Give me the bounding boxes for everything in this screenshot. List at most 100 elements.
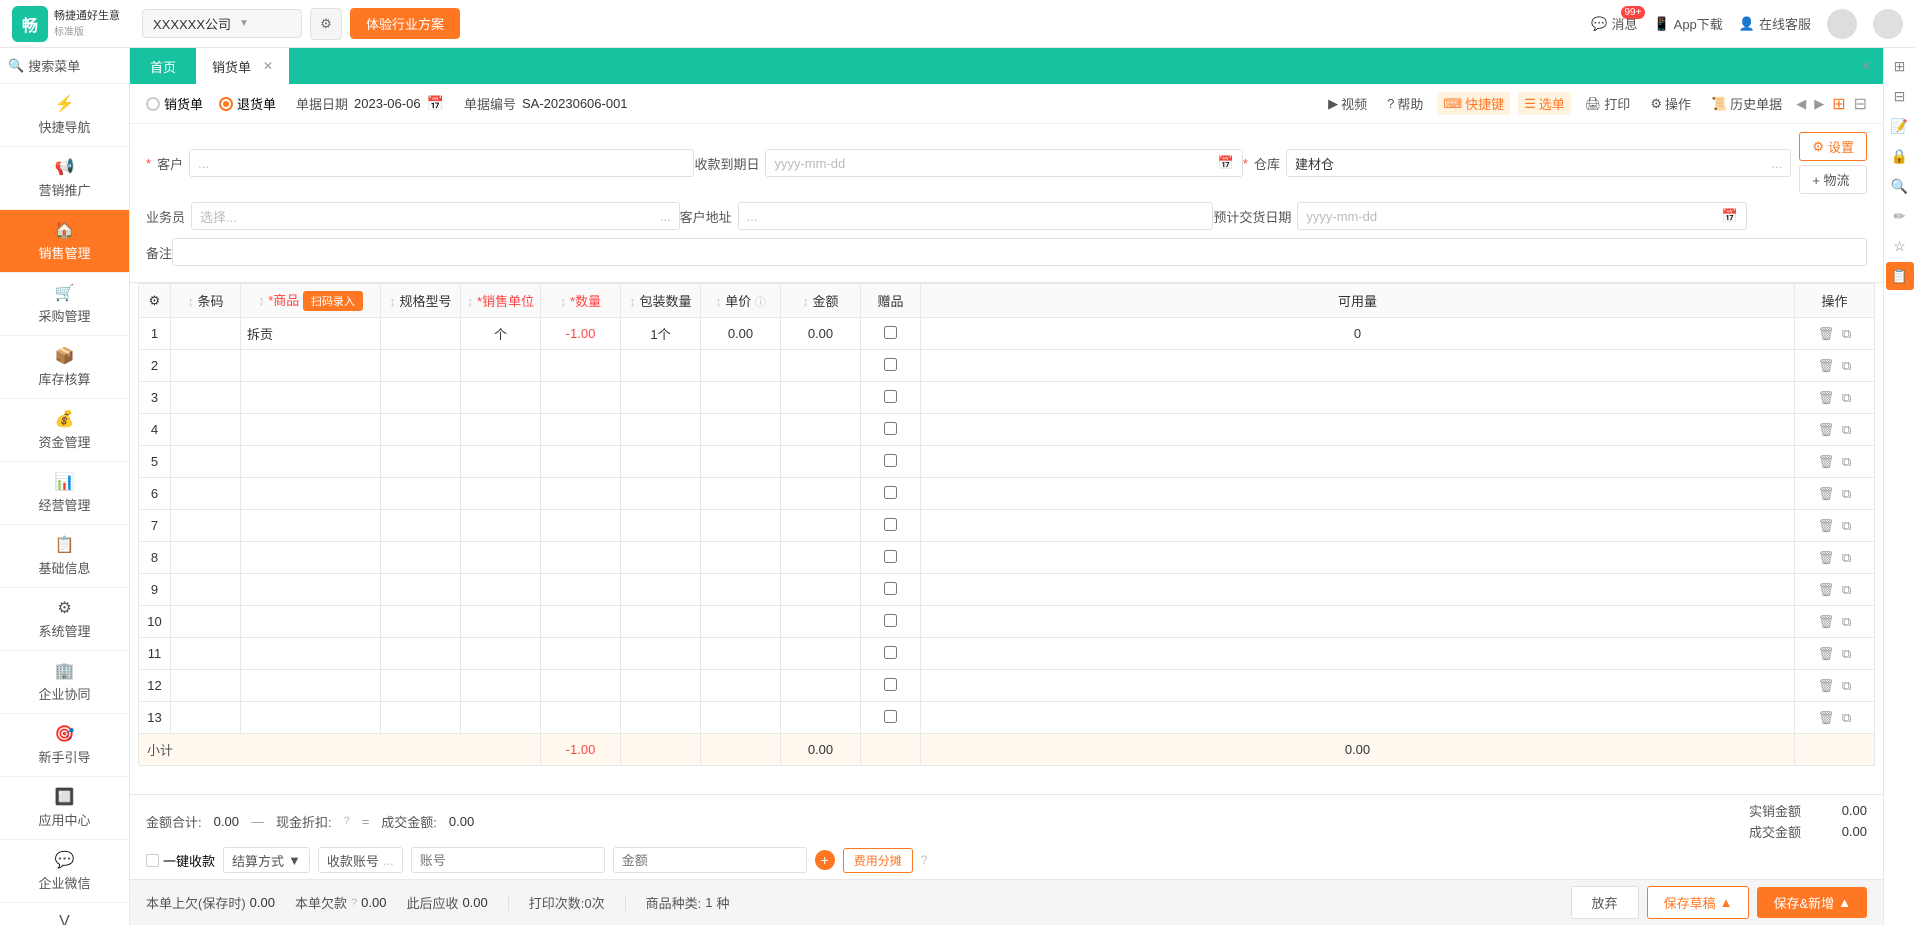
cell-price[interactable] xyxy=(701,350,781,382)
cell-gift[interactable] xyxy=(861,350,921,382)
cell-price[interactable] xyxy=(701,670,781,702)
sidebar-item-guide[interactable]: 🎯 新手引导 xyxy=(0,714,129,777)
cell-quantity[interactable] xyxy=(541,478,621,510)
discount-info-icon[interactable]: ? xyxy=(344,815,350,827)
cell-spec[interactable] xyxy=(381,606,461,638)
cell-barcode[interactable] xyxy=(171,382,241,414)
cell-spec[interactable] xyxy=(381,414,461,446)
layout-list-icon[interactable]: ⊟ xyxy=(1854,94,1867,114)
cell-price[interactable] xyxy=(701,510,781,542)
delete-icon[interactable]: 🗑 xyxy=(1818,646,1835,661)
fee-split-btn[interactable]: 费用分摊 xyxy=(843,848,913,873)
right-icon-split[interactable]: ⊟ xyxy=(1886,82,1914,110)
account-select[interactable]: 收款账号 ... xyxy=(318,847,403,873)
cell-spec[interactable] xyxy=(381,702,461,734)
cell-pack-qty[interactable] xyxy=(621,350,701,382)
cell-price[interactable] xyxy=(701,574,781,606)
customer-input[interactable]: ... xyxy=(189,149,694,177)
cell-amount[interactable] xyxy=(781,606,861,638)
save-new-btn[interactable]: 保存&新增 ▲ xyxy=(1757,887,1867,918)
cell-price[interactable] xyxy=(701,478,781,510)
copy-icon[interactable]: ⧉ xyxy=(1842,582,1851,597)
sidebar-item-system[interactable]: ⚙ 系统管理 xyxy=(0,588,129,651)
tab-home[interactable]: 首页 xyxy=(130,48,196,84)
sidebar-item-appstore[interactable]: 🔲 应用中心 xyxy=(0,777,129,840)
cell-product[interactable] xyxy=(241,638,381,670)
sidebar-search[interactable]: 🔍 搜索菜单 xyxy=(0,48,129,84)
right-icon-search[interactable]: 🔍 xyxy=(1886,172,1914,200)
delete-icon[interactable]: 🗑 xyxy=(1818,422,1835,437)
cell-barcode[interactable] xyxy=(171,606,241,638)
right-icon-edit[interactable]: ✏ xyxy=(1886,202,1914,230)
radio-sale[interactable]: 销货单 xyxy=(146,94,203,113)
cell-barcode[interactable] xyxy=(171,542,241,574)
add-payment-btn[interactable]: + xyxy=(815,850,835,870)
toolbar-select[interactable]: ☰ 选单 xyxy=(1518,92,1571,115)
settings-button[interactable]: ⚙ xyxy=(310,8,342,40)
account-input[interactable] xyxy=(411,847,605,873)
company-selector[interactable]: XXXXXX公司 ▼ xyxy=(142,9,302,38)
col-gear[interactable]: ⚙ xyxy=(139,284,171,318)
cell-price[interactable] xyxy=(701,414,781,446)
cell-gift[interactable] xyxy=(861,382,921,414)
cell-unit[interactable] xyxy=(461,382,541,414)
delete-icon[interactable]: 🗑 xyxy=(1818,486,1835,501)
cell-pack-qty[interactable] xyxy=(621,574,701,606)
one-click-pay-checkbox[interactable]: 一键收款 xyxy=(146,851,215,870)
cell-unit[interactable] xyxy=(461,510,541,542)
cell-spec[interactable] xyxy=(381,638,461,670)
cell-amount[interactable] xyxy=(781,574,861,606)
cell-product[interactable] xyxy=(241,702,381,734)
sidebar-item-purchase[interactable]: 🛒 采购管理 xyxy=(0,273,129,336)
sidebar-item-basic[interactable]: 📋 基础信息 xyxy=(0,525,129,588)
cell-quantity[interactable] xyxy=(541,542,621,574)
cell-price[interactable] xyxy=(701,702,781,734)
cell-quantity[interactable] xyxy=(541,670,621,702)
amount-input[interactable] xyxy=(613,847,807,873)
cell-unit[interactable]: 个 xyxy=(461,318,541,350)
cell-gift[interactable] xyxy=(861,670,921,702)
cell-spec[interactable] xyxy=(381,574,461,606)
cell-unit[interactable] xyxy=(461,670,541,702)
cell-quantity[interactable] xyxy=(541,382,621,414)
copy-icon[interactable]: ⧉ xyxy=(1842,390,1851,405)
copy-icon[interactable]: ⧉ xyxy=(1842,422,1851,437)
cell-quantity[interactable] xyxy=(541,414,621,446)
cell-barcode[interactable] xyxy=(171,350,241,382)
cell-spec[interactable] xyxy=(381,670,461,702)
copy-icon[interactable]: ⧉ xyxy=(1842,518,1851,533)
cell-product[interactable] xyxy=(241,510,381,542)
trial-btn[interactable]: 体验行业方案 xyxy=(350,8,460,39)
cell-unit[interactable] xyxy=(461,638,541,670)
customer-address-input[interactable]: ... xyxy=(738,202,1214,230)
cell-product[interactable] xyxy=(241,574,381,606)
sidebar-item-finance[interactable]: 💰 资金管理 xyxy=(0,399,129,462)
toolbar-video[interactable]: ▶ 视频 xyxy=(1322,92,1373,115)
cell-barcode[interactable] xyxy=(171,574,241,606)
cell-pack-qty[interactable] xyxy=(621,382,701,414)
cell-gift[interactable] xyxy=(861,542,921,574)
radio-return[interactable]: 退货单 xyxy=(219,94,276,113)
delete-icon[interactable]: 🗑 xyxy=(1818,582,1835,597)
sidebar-item-operation[interactable]: 📊 经营管理 xyxy=(0,462,129,525)
cell-product[interactable]: 拆贡 xyxy=(241,318,381,350)
sidebar-item-quick-nav[interactable]: ⚡ 快捷导航 xyxy=(0,84,129,147)
cell-barcode[interactable] xyxy=(171,414,241,446)
cell-amount[interactable]: 0.00 xyxy=(781,318,861,350)
cell-gift[interactable] xyxy=(861,702,921,734)
cell-quantity[interactable] xyxy=(541,446,621,478)
cell-amount[interactable] xyxy=(781,446,861,478)
cell-product[interactable] xyxy=(241,446,381,478)
cell-pack-qty[interactable] xyxy=(621,414,701,446)
toolbar-operations[interactable]: ⚙ 操作 xyxy=(1644,92,1697,115)
cell-pack-qty[interactable] xyxy=(621,702,701,734)
sidebar-item-member[interactable]: V 畅会员 xyxy=(0,903,129,925)
cell-quantity[interactable] xyxy=(541,638,621,670)
cell-barcode[interactable] xyxy=(171,702,241,734)
cell-quantity[interactable] xyxy=(541,350,621,382)
copy-icon[interactable]: ⧉ xyxy=(1842,550,1851,565)
cell-unit[interactable] xyxy=(461,446,541,478)
cell-quantity[interactable]: -1.00 xyxy=(541,318,621,350)
delete-icon[interactable]: 🗑 xyxy=(1818,550,1835,565)
right-icon-table[interactable]: ⊞ xyxy=(1886,52,1914,80)
